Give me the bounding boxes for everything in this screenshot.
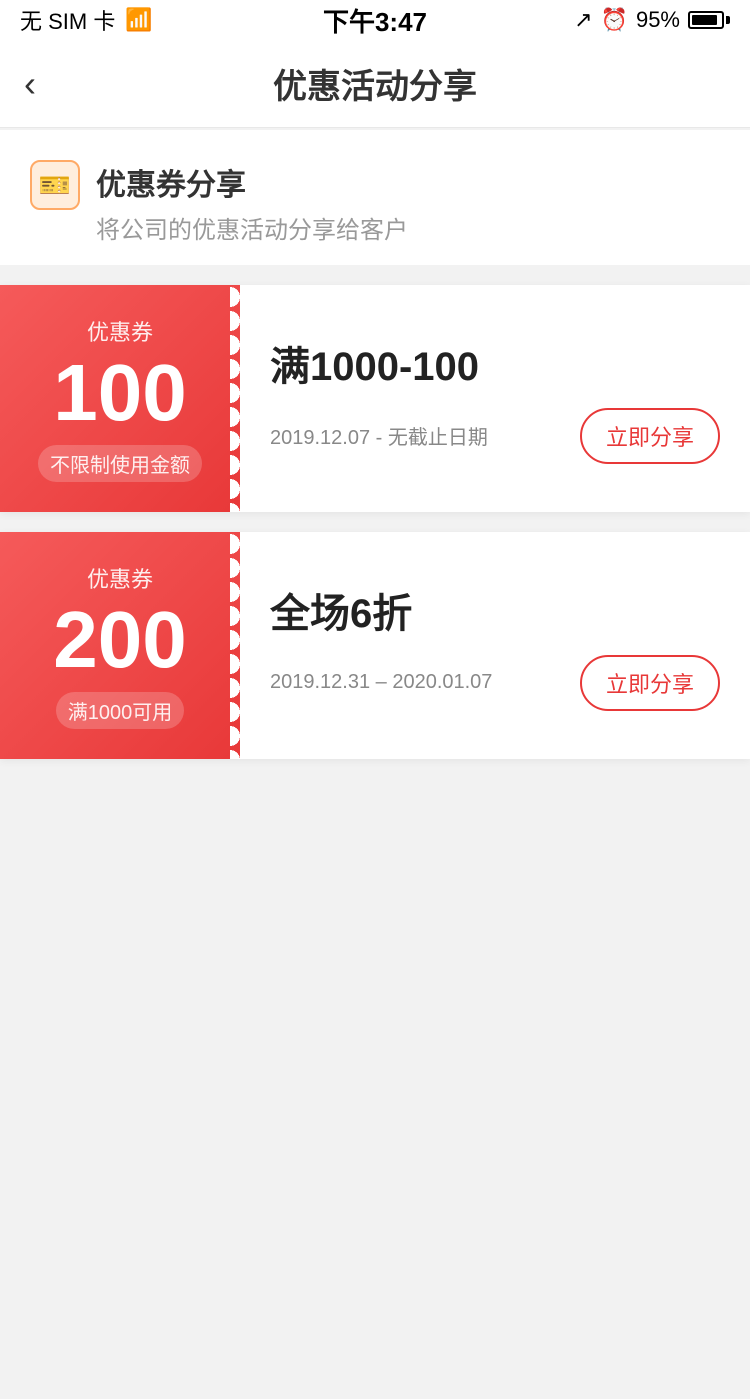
wifi-icon: 📶 <box>125 7 152 33</box>
coupon-right: 满1000-100 2019.12.07 - 无截止日期 立即分享 <box>240 285 750 512</box>
section-title: 优惠券分享 <box>96 160 408 204</box>
coupon-date: 2019.12.07 - 无截止日期 <box>270 421 488 450</box>
coupon-bottom: 2019.12.31 – 2020.01.07 立即分享 <box>270 655 720 711</box>
coupon-card: 优惠券 200 满1000可用 全场6折 2019.12.31 – 2020.0… <box>0 532 750 759</box>
status-bar: 无 SIM 卡 📶 下午3:47 ↗ ⏰ 95% <box>0 0 750 40</box>
section-header: 🎫 优惠券分享 将公司的优惠活动分享给客户 <box>0 130 750 265</box>
section-icon: 🎫 <box>30 160 80 210</box>
coupon-label: 优惠券 <box>87 562 153 594</box>
back-button[interactable]: ‹ <box>24 63 36 105</box>
battery-icon <box>688 11 730 29</box>
coupon-condition: 满1000可用 <box>56 692 185 729</box>
location-icon: ↗ <box>574 7 592 33</box>
coupon-condition: 不限制使用金额 <box>38 445 202 482</box>
coupon-list: 优惠券 100 不限制使用金额 满1000-100 2019.12.07 - 无… <box>0 265 750 799</box>
status-right: ↗ ⏰ 95% <box>574 7 730 33</box>
alarm-icon: ⏰ <box>601 7 628 33</box>
coupon-left: 优惠券 200 满1000可用 <box>0 532 240 759</box>
coupon-card: 优惠券 100 不限制使用金额 满1000-100 2019.12.07 - 无… <box>0 285 750 512</box>
coupon-amount: 100 <box>53 353 186 433</box>
battery-percent: 95% <box>636 7 680 33</box>
coupon-amount: 200 <box>53 600 186 680</box>
section-text: 优惠券分享 将公司的优惠活动分享给客户 <box>96 160 408 245</box>
page-title: 优惠活动分享 <box>273 59 477 108</box>
coupon-left: 优惠券 100 不限制使用金额 <box>0 285 240 512</box>
section-subtitle: 将公司的优惠活动分享给客户 <box>96 210 408 245</box>
share-button[interactable]: 立即分享 <box>580 408 720 464</box>
coupon-right: 全场6折 2019.12.31 – 2020.01.07 立即分享 <box>240 532 750 759</box>
coupon-date: 2019.12.31 – 2020.01.07 <box>270 671 492 694</box>
background-filler <box>0 799 750 1399</box>
carrier-text: 无 SIM 卡 <box>20 4 115 36</box>
share-button[interactable]: 立即分享 <box>580 655 720 711</box>
coupon-bottom: 2019.12.07 - 无截止日期 立即分享 <box>270 408 720 464</box>
status-time: 下午3:47 <box>323 2 427 39</box>
nav-bar: ‹ 优惠活动分享 <box>0 40 750 128</box>
status-left: 无 SIM 卡 📶 <box>20 4 153 36</box>
coupon-title: 全场6折 <box>270 581 720 639</box>
coupon-label: 优惠券 <box>87 315 153 347</box>
coupon-title: 满1000-100 <box>270 334 720 392</box>
